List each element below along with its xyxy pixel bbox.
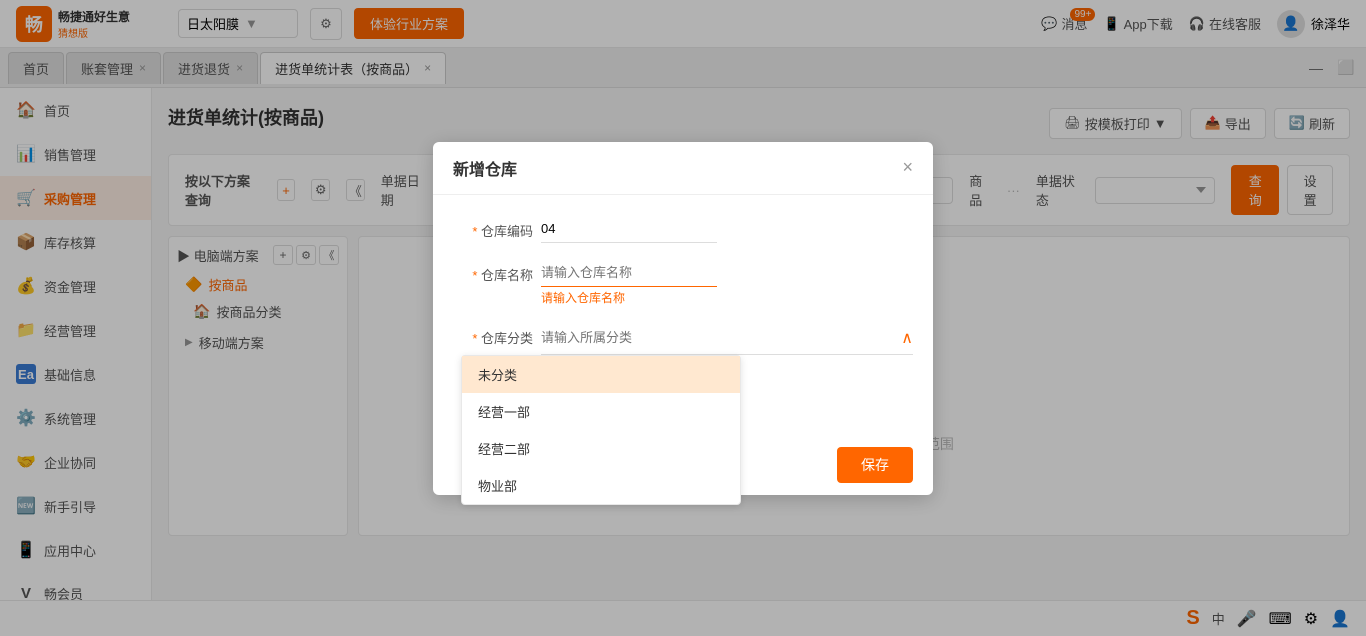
code-input-wrapper [541,215,913,243]
code-label: 仓库编码 [453,215,533,240]
dropdown-item-dept1[interactable]: 经营一部 [462,393,740,430]
category-label: 仓库分类 [453,322,533,347]
modal-overlay: 新增仓库 × 仓库编码 仓库名称 请输入仓库名称 仓库分类 [0,0,1366,636]
dropdown-item-dept2[interactable]: 经营二部 [462,430,740,467]
code-form-row: 仓库编码 [453,215,913,243]
modal-body: 仓库编码 仓库名称 请输入仓库名称 仓库分类 ∧ [433,195,933,435]
category-input-wrapper: ∧ 未分类 经营一部 经营二部 物业部 [541,322,913,355]
warehouse-code-input[interactable] [541,215,717,243]
modal-header: 新增仓库 × [433,142,933,195]
name-input-wrapper: 请输入仓库名称 [541,259,913,306]
dropdown-arrow-icon[interactable]: ∧ [901,328,913,348]
save-button[interactable]: 保存 [837,447,913,483]
category-dropdown-trigger[interactable]: ∧ [541,322,913,355]
dropdown-item-property[interactable]: 物业部 [462,467,740,504]
name-label: 仓库名称 [453,259,533,284]
modal-close-button[interactable]: × [902,157,913,178]
name-form-row: 仓库名称 请输入仓库名称 [453,259,913,306]
category-dropdown-list: 未分类 经营一部 经营二部 物业部 [461,355,741,505]
name-error-msg: 请输入仓库名称 [541,289,913,306]
dropdown-item-unclassified[interactable]: 未分类 [462,356,740,393]
modal-title: 新增仓库 [453,156,517,180]
warehouse-name-input[interactable] [541,259,717,287]
category-input[interactable] [541,330,901,345]
category-form-row: 仓库分类 ∧ 未分类 经营一部 经营二部 物业部 [453,322,913,355]
new-warehouse-modal: 新增仓库 × 仓库编码 仓库名称 请输入仓库名称 仓库分类 [433,142,933,495]
